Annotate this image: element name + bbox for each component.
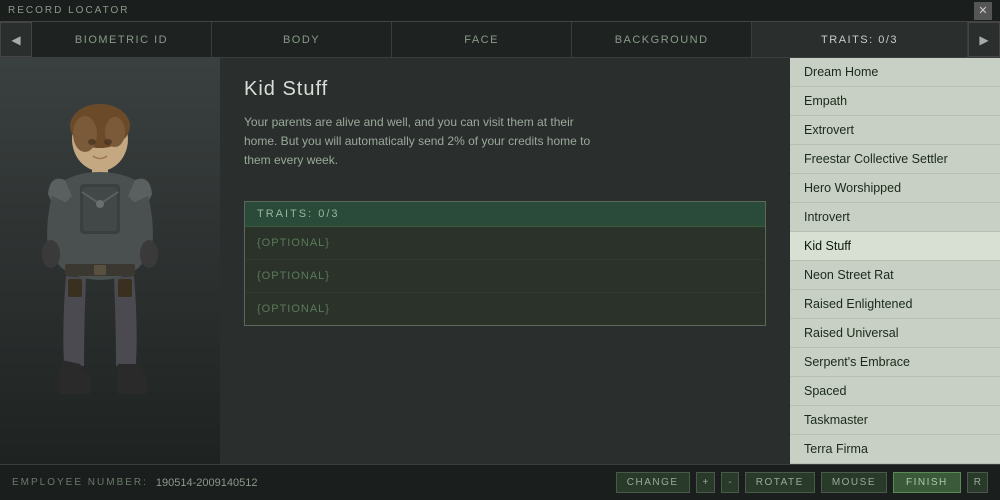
- top-bar-right: ✕: [974, 2, 992, 20]
- close-button[interactable]: ✕: [974, 2, 992, 20]
- change-button[interactable]: CHANGE: [616, 472, 690, 493]
- trait-list-item[interactable]: Empath: [790, 87, 1000, 116]
- trait-list-item[interactable]: Raised Universal: [790, 319, 1000, 348]
- trait-title: Kid Stuff: [244, 78, 766, 101]
- trait-slot-3[interactable]: {OPTIONAL}: [245, 293, 765, 325]
- minus-button[interactable]: -: [721, 472, 738, 493]
- nav-tabs: ◀ BIOMETRIC ID BODY FACE BACKGROUND TRAI…: [0, 22, 1000, 58]
- traits-box: TRAITS: 0/3 {OPTIONAL} {OPTIONAL} {OPTIO…: [244, 201, 766, 326]
- trait-list-item[interactable]: Neon Street Rat: [790, 261, 1000, 290]
- tab-body[interactable]: BODY: [212, 22, 392, 57]
- tab-biometric[interactable]: BIOMETRIC ID: [32, 22, 212, 57]
- main-content: Kid Stuff Your parents are alive and wel…: [0, 58, 1000, 464]
- center-panel: Kid Stuff Your parents are alive and wel…: [220, 58, 790, 464]
- employee-label: EMPLOYEE NUMBER:: [12, 477, 148, 488]
- trait-list-item[interactable]: Spaced: [790, 377, 1000, 406]
- character-svg: [10, 84, 190, 444]
- character-panel: [0, 58, 220, 464]
- nav-right-button[interactable]: ▶: [968, 22, 1000, 57]
- character-figure: [10, 84, 210, 464]
- trait-list-item[interactable]: Hero Worshipped: [790, 174, 1000, 203]
- plus-button[interactable]: +: [696, 472, 716, 493]
- finish-button[interactable]: FINISH: [893, 472, 961, 493]
- trait-list-item[interactable]: Raised Enlightened: [790, 290, 1000, 319]
- trait-slot-2[interactable]: {OPTIONAL}: [245, 260, 765, 293]
- mouse-button[interactable]: MOUSE: [821, 472, 887, 493]
- rotate-button[interactable]: ROTATE: [745, 472, 815, 493]
- trait-list-item[interactable]: Introvert: [790, 203, 1000, 232]
- bottom-bar: EMPLOYEE NUMBER: 190514-2009140512 CHANG…: [0, 464, 1000, 500]
- trait-list-item[interactable]: Freestar Collective Settler: [790, 145, 1000, 174]
- tab-face[interactable]: FACE: [392, 22, 572, 57]
- trait-list-item[interactable]: Kid Stuff: [790, 232, 1000, 261]
- record-locator-label: RECORD LOCATOR: [8, 5, 130, 16]
- top-bar: RECORD LOCATOR ✕: [0, 0, 1000, 22]
- bottom-right-controls: CHANGE + - ROTATE MOUSE FINISH R: [616, 472, 988, 493]
- trait-description: Your parents are alive and well, and you…: [244, 113, 604, 171]
- trait-list-item[interactable]: Extrovert: [790, 116, 1000, 145]
- trait-list-panel: Dream HomeEmpathExtrovertFreestar Collec…: [790, 58, 1000, 464]
- trait-list-item[interactable]: Dream Home: [790, 58, 1000, 87]
- tab-background[interactable]: BACKGROUND: [572, 22, 752, 57]
- employee-number: 190514-2009140512: [156, 477, 258, 489]
- trait-list-item[interactable]: Terra Firma: [790, 435, 1000, 464]
- r-key-button[interactable]: R: [967, 472, 988, 493]
- tab-traits[interactable]: TRAITS: 0/3: [752, 22, 968, 57]
- trait-list-item[interactable]: Serpent's Embrace: [790, 348, 1000, 377]
- nav-left-button[interactable]: ◀: [0, 22, 32, 57]
- traits-box-header: TRAITS: 0/3: [245, 202, 765, 227]
- trait-list-item[interactable]: Taskmaster: [790, 406, 1000, 435]
- trait-slot-1[interactable]: {OPTIONAL}: [245, 227, 765, 260]
